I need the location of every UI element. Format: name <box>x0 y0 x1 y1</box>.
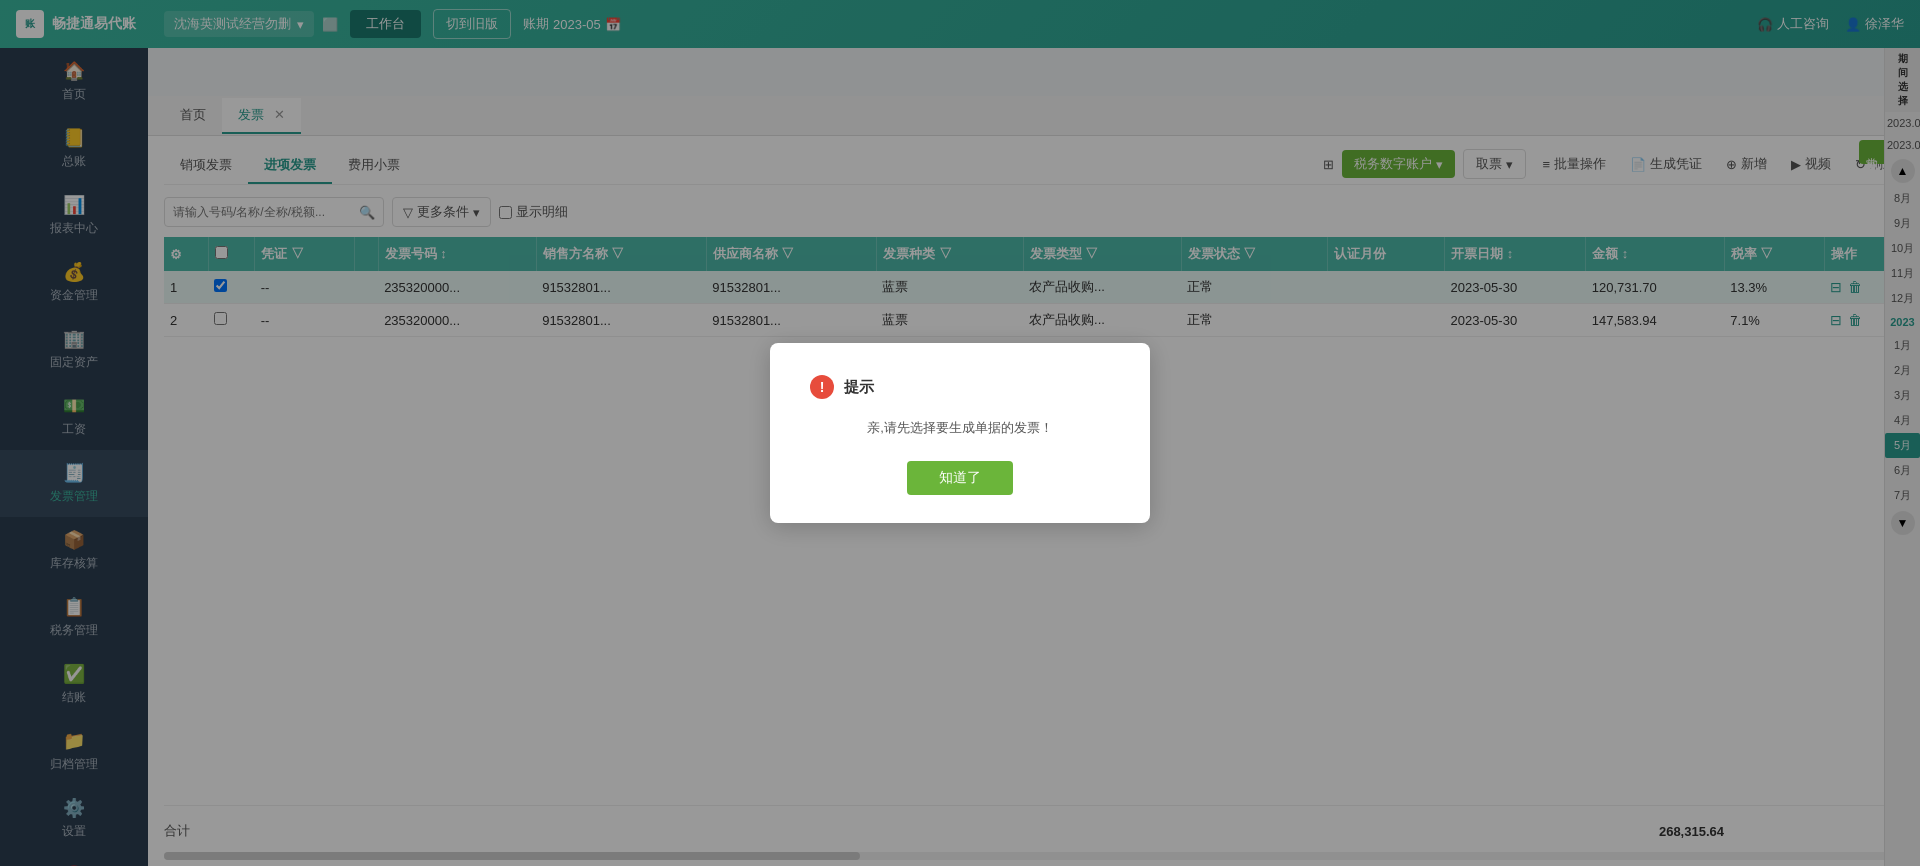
modal-confirm-button[interactable]: 知道了 <box>907 461 1013 495</box>
modal-message: 亲,请先选择要生成单据的发票！ <box>810 419 1110 437</box>
modal-title: 提示 <box>844 378 874 397</box>
modal-warning-icon: ! <box>810 375 834 399</box>
modal-footer: 知道了 <box>810 461 1110 495</box>
modal-overlay: ! 提示 亲,请先选择要生成单据的发票！ 知道了 <box>0 0 1920 866</box>
modal-title-row: ! 提示 <box>810 375 1110 399</box>
alert-modal: ! 提示 亲,请先选择要生成单据的发票！ 知道了 <box>770 343 1150 523</box>
